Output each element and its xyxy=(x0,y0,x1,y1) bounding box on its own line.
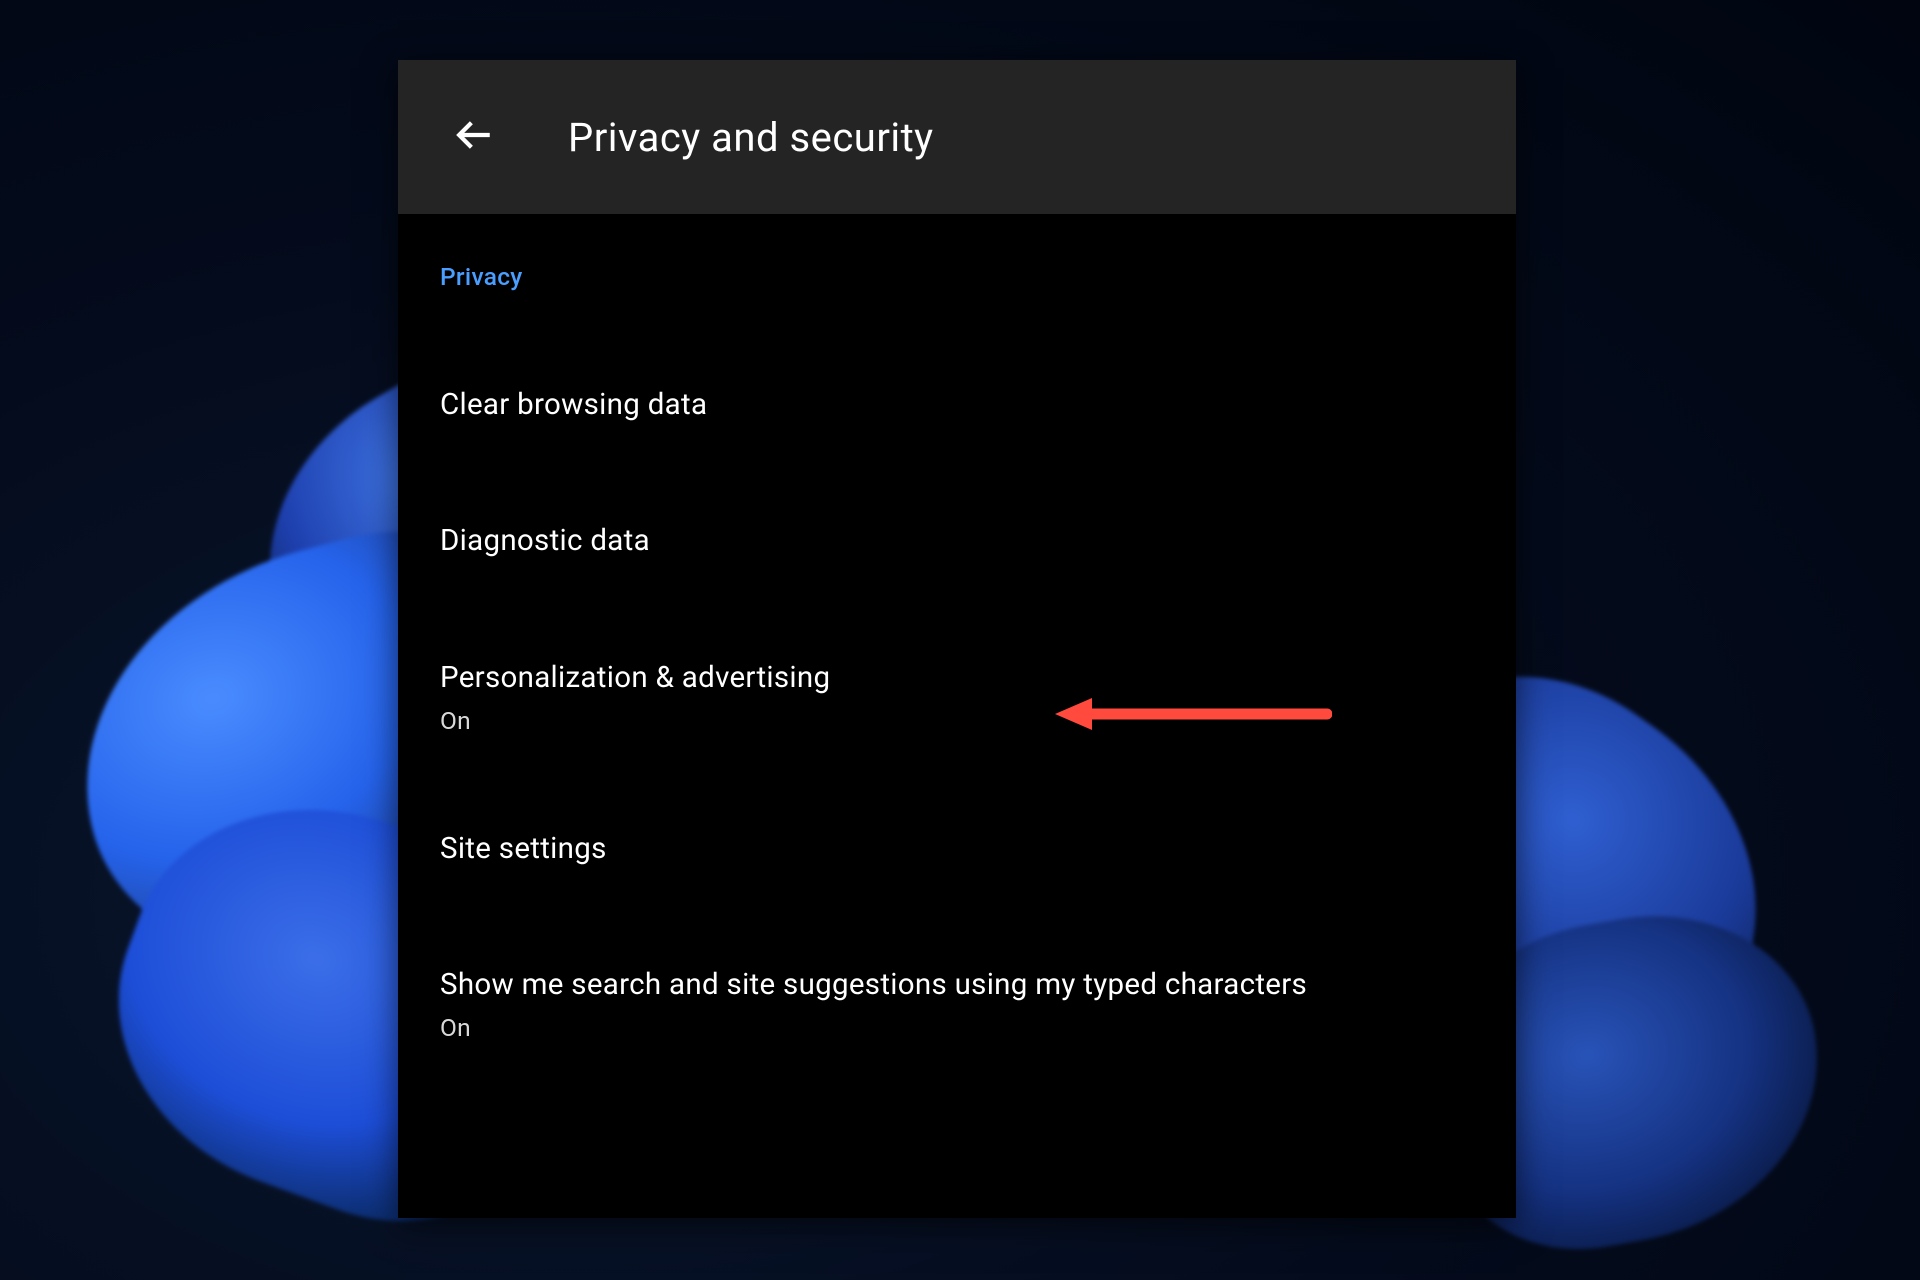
setting-personalization-advertising[interactable]: Personalization & advertising On xyxy=(440,656,1474,735)
setting-search-suggestions[interactable]: Show me search and site suggestions usin… xyxy=(440,963,1474,1042)
arrow-back-icon xyxy=(453,114,495,160)
setting-title: Diagnostic data xyxy=(440,519,1474,563)
setting-status: On xyxy=(440,706,1474,735)
setting-site-settings[interactable]: Site settings xyxy=(440,827,1474,871)
setting-title: Show me search and site suggestions usin… xyxy=(440,963,1474,1007)
setting-title: Personalization & advertising xyxy=(440,656,1474,700)
setting-title: Site settings xyxy=(440,827,1474,871)
panel-header: Privacy and security xyxy=(398,60,1516,214)
panel-content: Privacy Clear browsing data Diagnostic d… xyxy=(398,214,1516,1042)
privacy-settings-panel: Privacy and security Privacy Clear brows… xyxy=(398,60,1516,1218)
setting-status: On xyxy=(440,1013,1474,1042)
section-label-privacy: Privacy xyxy=(440,262,1474,291)
setting-diagnostic-data[interactable]: Diagnostic data xyxy=(440,519,1474,563)
page-title: Privacy and security xyxy=(568,114,934,161)
back-button[interactable] xyxy=(446,109,502,165)
setting-clear-browsing-data[interactable]: Clear browsing data xyxy=(440,383,1474,427)
setting-title: Clear browsing data xyxy=(440,383,1474,427)
